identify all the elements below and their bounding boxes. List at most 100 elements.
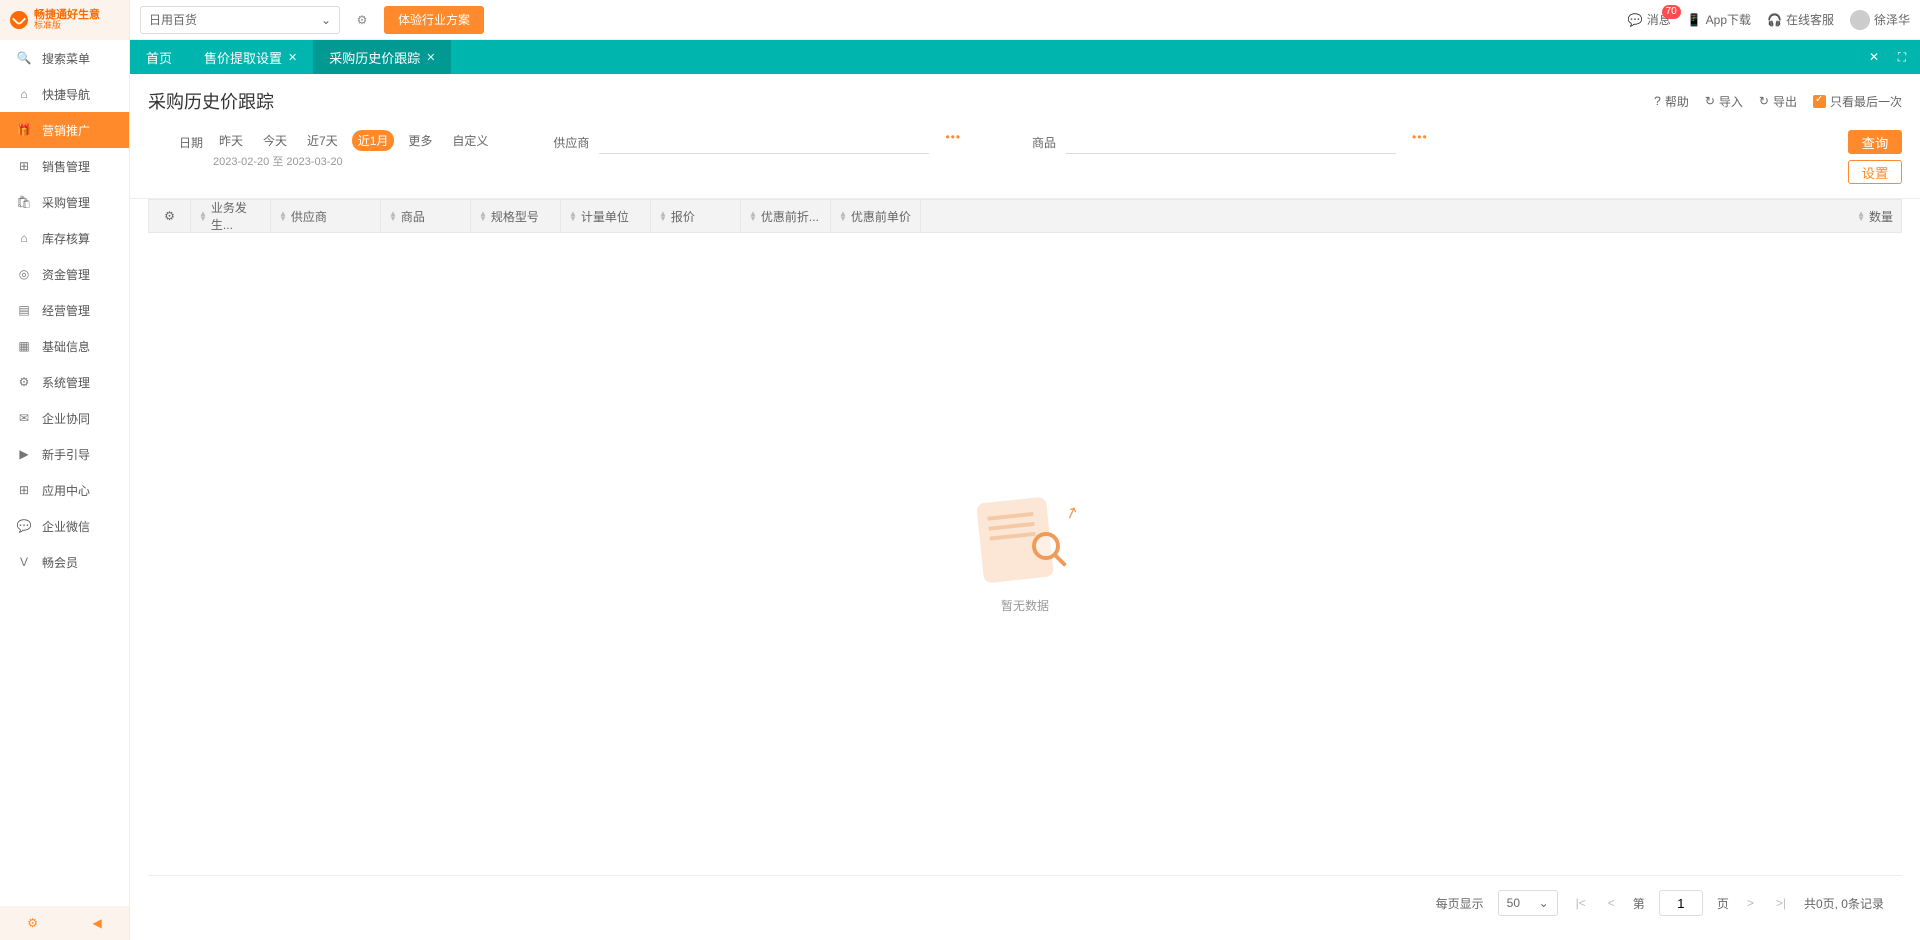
sidebar-item-label: 企业微信 <box>42 518 90 535</box>
close-icon[interactable]: ✕ <box>288 51 297 64</box>
tab-label: 采购历史价跟踪 <box>329 48 420 67</box>
empty-state: ↗ 暂无数据 <box>148 233 1902 875</box>
settings-icon[interactable]: ⚙ <box>27 916 38 930</box>
column-header[interactable]: ▲▼报价 <box>650 200 740 232</box>
sidebar-item-13[interactable]: 💬企业微信 <box>0 508 129 544</box>
query-button[interactable]: 查询 <box>1848 130 1902 154</box>
column-label: 数量 <box>1869 208 1893 225</box>
column-header[interactable]: ▲▼供应商 <box>270 200 380 232</box>
vip-icon: V <box>16 554 32 570</box>
sidebar-item-9[interactable]: ⚙系统管理 <box>0 364 129 400</box>
date-tag[interactable]: 近7天 <box>301 130 344 151</box>
sidebar-item-7[interactable]: ▤经营管理 <box>0 292 129 328</box>
support-link[interactable]: 🎧 在线客服 <box>1767 11 1834 28</box>
date-tag[interactable]: 近1月 <box>352 130 395 151</box>
page-size-label: 每页显示 <box>1436 895 1484 912</box>
date-sep: 至 <box>272 156 283 168</box>
sidebar-item-2[interactable]: 🎁营销推广 <box>0 112 129 148</box>
sidebar-item-4[interactable]: 🛍 采购管理 <box>0 184 129 220</box>
page-size-value: 50 <box>1507 896 1520 910</box>
only-last-checkbox[interactable]: 只看最后一次 <box>1813 93 1902 110</box>
tabs: 首页售价提取设置 ✕ 采购历史价跟踪 ✕ ✕ ⛶ <box>130 40 1920 74</box>
user-name: 徐泽华 <box>1874 11 1910 28</box>
search-icon: 🔍 <box>16 50 32 66</box>
logo-icon <box>10 11 28 29</box>
sidebar-item-label: 企业协同 <box>42 410 90 427</box>
product-more-icon[interactable]: ••• <box>1412 130 1428 144</box>
export-link[interactable]: ↻导出 <box>1759 93 1797 110</box>
message-icon: 💬 <box>1628 13 1643 27</box>
bag-icon: 🛍 <box>16 194 32 210</box>
settings-button[interactable]: 设置 <box>1848 160 1902 184</box>
column-header[interactable]: ▲▼规格型号 <box>470 200 560 232</box>
box-icon: ⌂ <box>16 230 32 246</box>
industry-cta-button[interactable]: 体验行业方案 <box>384 6 484 34</box>
sidebar-item-label: 基础信息 <box>42 338 90 355</box>
close-icon[interactable]: ✕ <box>426 51 435 64</box>
industry-dropdown[interactable]: 日用百货 ⌄ <box>140 6 340 34</box>
collapse-icon[interactable]: ◀ <box>93 916 102 930</box>
sidebar-item-6[interactable]: ◎资金管理 <box>0 256 129 292</box>
product-input[interactable] <box>1066 130 1396 154</box>
fullscreen-button[interactable]: ⛶ <box>1890 45 1914 69</box>
tab-0[interactable]: 首页 <box>130 40 188 74</box>
chevron-down-icon: ⌄ <box>321 13 331 27</box>
prev-page-button[interactable]: < <box>1604 896 1619 910</box>
page-input[interactable] <box>1659 890 1703 916</box>
sidebar-item-1[interactable]: ⌂快捷导航 <box>0 76 129 112</box>
page-size-select[interactable]: 50 ⌄ <box>1498 890 1558 916</box>
sidebar-item-label: 采购管理 <box>42 194 90 211</box>
sidebar-item-3[interactable]: ⊞销售管理 <box>0 148 129 184</box>
app-download-link[interactable]: 📱 App下载 <box>1687 11 1751 28</box>
date-tag[interactable]: 自定义 <box>446 130 494 151</box>
messages-link[interactable]: 💬 消息 70 <box>1628 11 1671 28</box>
date-tag[interactable]: 今天 <box>257 130 293 151</box>
sidebar-item-0[interactable]: 🔍搜索菜单 <box>0 40 129 76</box>
close-all-tabs-button[interactable]: ✕ <box>1862 45 1886 69</box>
sort-icon: ▲▼ <box>569 211 577 221</box>
date-tag[interactable]: 更多 <box>402 130 438 151</box>
column-label: 计量单位 <box>581 208 629 225</box>
column-header[interactable]: ▲▼ 计量单位 <box>560 200 650 232</box>
tab-label: 售价提取设置 <box>204 48 282 67</box>
column-header[interactable]: ▲▼ 数量 <box>920 200 1901 232</box>
sidebar-item-8[interactable]: ▦基础信息 <box>0 328 129 364</box>
sidebar-item-11[interactable]: ▶新手引导 <box>0 436 129 472</box>
first-page-button[interactable]: |< <box>1572 896 1590 910</box>
import-label: 导入 <box>1719 93 1743 110</box>
column-header[interactable]: ▲▼优惠前单价 <box>830 200 920 232</box>
topbar-gear-icon[interactable]: ⚙ <box>350 13 374 27</box>
page-header: 采购历史价跟踪 ?帮助 ↻导入 ↻导出 只看最后一次 <box>130 74 1920 124</box>
help-link[interactable]: ?帮助 <box>1654 93 1689 110</box>
gear-icon: ⚙ <box>16 374 32 390</box>
clip-icon: ✉ <box>16 410 32 426</box>
column-header[interactable]: ▲▼业务发生... <box>190 200 270 232</box>
sidebar: 畅捷通好生意 标准版 🔍搜索菜单⌂快捷导航🎁营销推广⊞销售管理🛍采购管理⌂库存核… <box>0 0 130 940</box>
export-label: 导出 <box>1773 93 1797 110</box>
column-label: 优惠前单价 <box>851 208 911 225</box>
last-page-button[interactable]: >| <box>1772 896 1790 910</box>
column-settings-button[interactable]: ⚙ <box>148 200 190 232</box>
sidebar-item-10[interactable]: ✉ 企业协同 <box>0 400 129 436</box>
help-icon: ? <box>1654 94 1661 108</box>
supplier-more-icon[interactable]: ••• <box>945 130 961 144</box>
checkbox-checked-icon <box>1813 95 1826 108</box>
sort-icon: ▲▼ <box>1857 211 1865 221</box>
sort-icon: ▲▼ <box>479 211 487 221</box>
sidebar-item-5[interactable]: ⌂库存核算 <box>0 220 129 256</box>
tab-2[interactable]: 采购历史价跟踪 ✕ <box>313 40 451 74</box>
empty-text: 暂无数据 <box>1001 597 1049 614</box>
date-tag[interactable]: 昨天 <box>213 130 249 151</box>
next-page-button[interactable]: > <box>1743 896 1758 910</box>
supplier-input[interactable] <box>599 130 929 154</box>
import-link[interactable]: ↻导入 <box>1705 93 1743 110</box>
column-header[interactable]: ▲▼优惠前折... <box>740 200 830 232</box>
user-menu[interactable]: 徐泽华 <box>1850 10 1910 30</box>
column-label: 商品 <box>401 208 425 225</box>
tab-1[interactable]: 售价提取设置 ✕ <box>188 40 313 74</box>
supplier-label: 供应商 <box>534 130 589 151</box>
sidebar-item-14[interactable]: V畅会员 <box>0 544 129 580</box>
sidebar-item-label: 新手引导 <box>42 446 90 463</box>
sidebar-item-12[interactable]: ⊞应用中心 <box>0 472 129 508</box>
column-header[interactable]: ▲▼商品 <box>380 200 470 232</box>
